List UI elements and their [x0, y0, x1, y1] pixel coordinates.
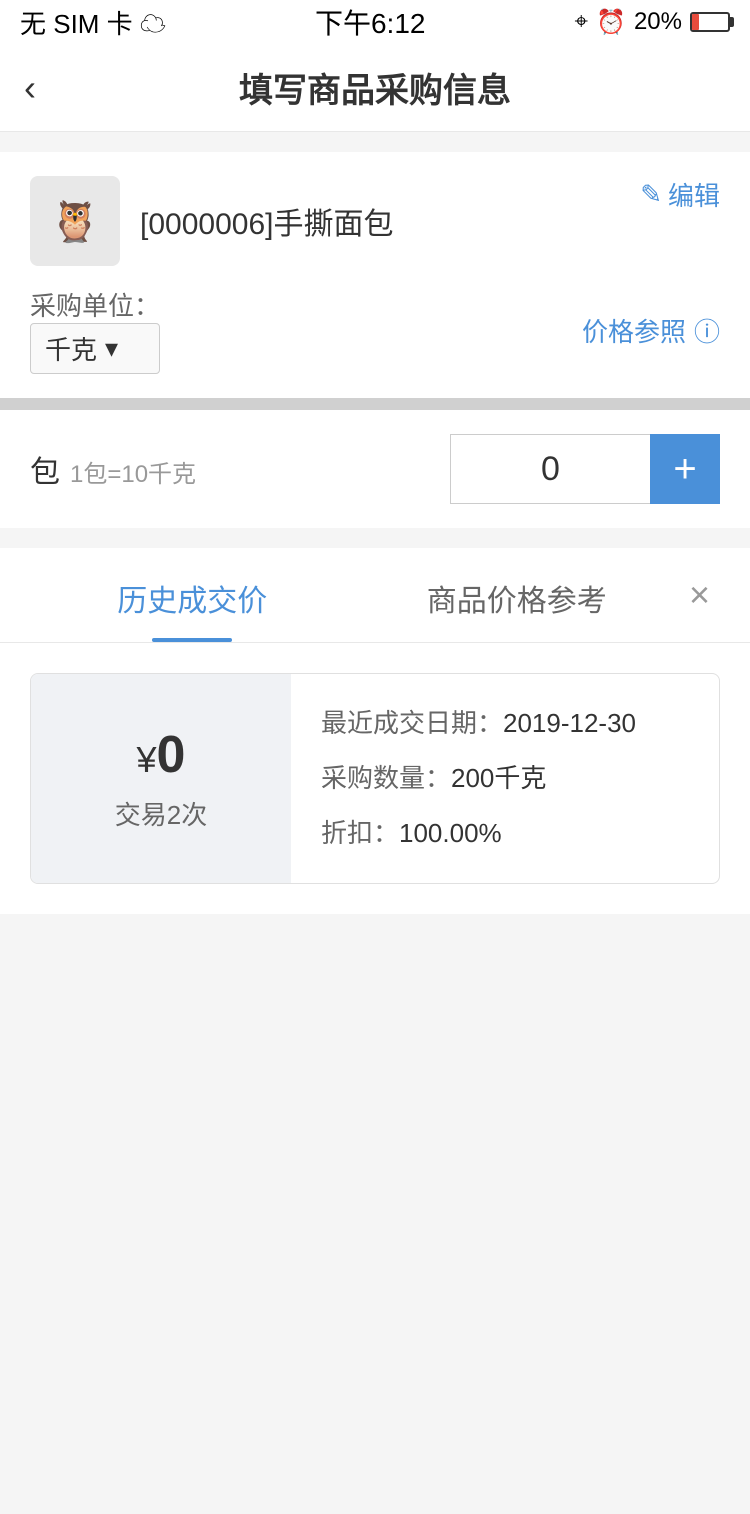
- recent-date-row: 最近成交日期：2019-12-30: [321, 704, 689, 743]
- purchase-qty-row: 采购数量：200千克: [321, 759, 689, 798]
- gray-divider: [0, 398, 750, 410]
- recent-date-value: 2019-12-30: [503, 708, 636, 738]
- recent-date-label: 最近成交日期：: [321, 708, 503, 738]
- quantity-unit: 包: [30, 447, 60, 491]
- status-time: 下午6:12: [315, 2, 426, 42]
- price-ref-button[interactable]: 价格参照 ⓘ: [582, 312, 720, 349]
- price-ref-label: 价格参照: [582, 312, 686, 349]
- history-price: ¥0: [137, 725, 186, 785]
- product-logo: 🦉: [50, 198, 100, 245]
- quantity-label: 包 1包=10千克: [30, 447, 196, 491]
- product-title: 手撕面包: [273, 208, 393, 241]
- status-left: 无 SIM 卡 ☁: [20, 4, 166, 41]
- tab-price-reference[interactable]: 商品价格参考: [354, 548, 678, 642]
- tab-close-button[interactable]: ×: [679, 564, 720, 626]
- unit-value: 千克: [45, 330, 97, 367]
- discount-label: 折扣：: [321, 818, 399, 848]
- tab-history-price[interactable]: 历史成交价: [30, 548, 354, 642]
- product-unit-row: 采购单位： 千克 ▾ 价格参照 ⓘ: [30, 286, 720, 374]
- history-card: ¥0 交易2次 最近成交日期：2019-12-30 采购数量：200千克 折扣：…: [30, 673, 720, 884]
- trade-count: 交易2次: [115, 795, 207, 832]
- status-bar: 无 SIM 卡 ☁ 下午6:12 ⌖ ⏰ 20%: [0, 0, 750, 44]
- tabs-container: 历史成交价 商品价格参考 ×: [0, 548, 750, 643]
- unit-label: 采购单位：: [30, 291, 160, 321]
- purchase-qty-value: 200千克: [451, 763, 546, 793]
- unit-label-wrap: 采购单位： 千克 ▾: [30, 286, 160, 374]
- quantity-plus-button[interactable]: +: [650, 434, 720, 504]
- quantity-conversion: 1包=10千克: [70, 454, 196, 489]
- quantity-row: 包 1包=10千克 +: [0, 410, 750, 528]
- discount-row: 折扣：100.00%: [321, 814, 689, 853]
- battery-icon: [690, 12, 730, 32]
- discount-value: 100.00%: [399, 818, 502, 848]
- history-right-panel: 最近成交日期：2019-12-30 采购数量：200千克 折扣：100.00%: [291, 674, 719, 883]
- help-icon: ⓘ: [694, 312, 720, 349]
- product-id: [0000006]: [140, 208, 273, 241]
- history-section: ¥0 交易2次 最近成交日期：2019-12-30 采购数量：200千克 折扣：…: [0, 643, 750, 914]
- alarm-icon: ⏰: [596, 8, 626, 37]
- location-icon: ⌖: [575, 8, 589, 36]
- page-title: 填写商品采购信息: [239, 63, 511, 112]
- product-top-row: 🦉 [0000006]手撕面包 ✎ 编辑: [30, 176, 720, 266]
- purchase-qty-label: 采购数量：: [321, 763, 451, 793]
- product-card: 🦉 [0000006]手撕面包 ✎ 编辑 采购单位： 千克 ▾ 价格参照 ⓘ: [0, 152, 750, 398]
- sim-status: 无 SIM 卡 ☁: [20, 4, 166, 41]
- product-thumbnail: 🦉: [30, 176, 120, 266]
- edit-button[interactable]: ✎ 编辑: [640, 176, 720, 213]
- quantity-input[interactable]: [450, 434, 650, 504]
- chevron-down-icon: ▾: [105, 333, 118, 364]
- battery-fill: [692, 14, 699, 30]
- bottom-area: [0, 914, 750, 1514]
- status-right: ⌖ ⏰ 20%: [575, 8, 730, 37]
- back-button[interactable]: ‹: [24, 67, 36, 109]
- battery-percent: 20%: [634, 8, 682, 36]
- quantity-input-wrap: +: [450, 434, 720, 504]
- price-value: 0: [157, 726, 186, 784]
- nav-bar: ‹ 填写商品采购信息: [0, 44, 750, 132]
- product-name: [0000006]手撕面包: [140, 199, 393, 243]
- currency-symbol: ¥: [137, 739, 157, 780]
- edit-label: 编辑: [668, 176, 720, 213]
- unit-select[interactable]: 千克 ▾: [30, 323, 160, 374]
- history-left-panel: ¥0 交易2次: [31, 674, 291, 883]
- edit-icon: ✎: [640, 179, 662, 210]
- product-left: 🦉 [0000006]手撕面包: [30, 176, 393, 266]
